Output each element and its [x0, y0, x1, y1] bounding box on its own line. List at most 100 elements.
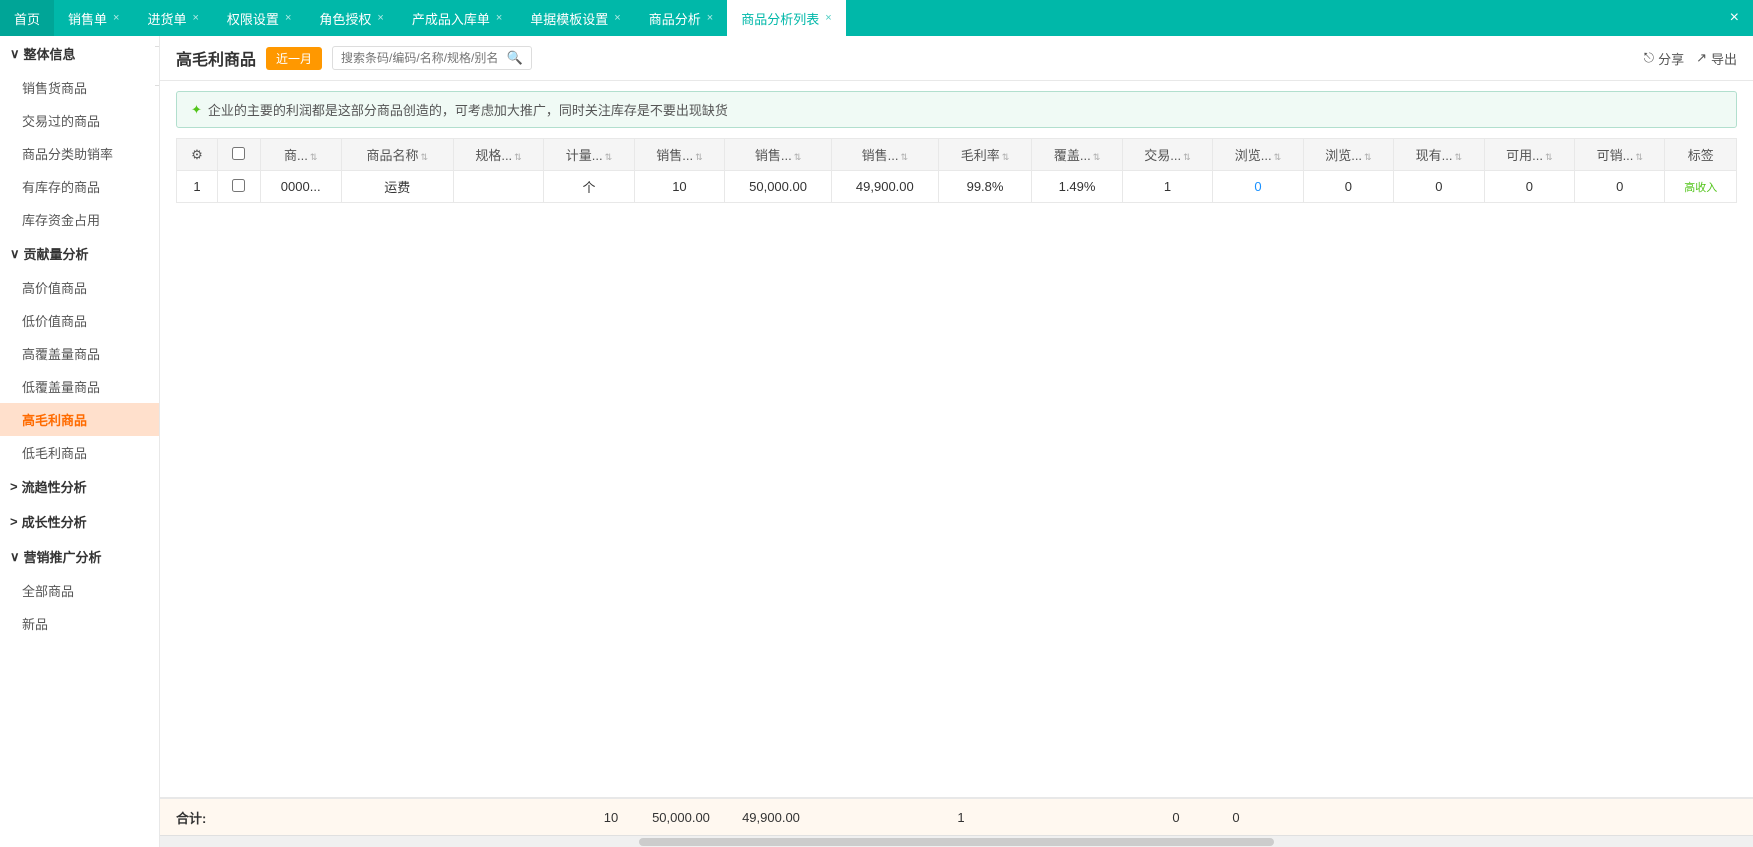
- nav-item-1[interactable]: 销售单×: [54, 0, 133, 36]
- sidebar-group-4[interactable]: ∨营销推广分析: [0, 539, 159, 574]
- search-box: 🔍: [332, 46, 532, 70]
- sidebar-item-0-4[interactable]: 库存资金占用: [0, 203, 159, 236]
- sort-icon-unit: ⇅: [605, 152, 613, 162]
- col-header-trade[interactable]: 交易...⇅: [1122, 139, 1212, 171]
- footer-cell-8: 49,900.00: [726, 810, 816, 825]
- col-header-settings: ⚙: [177, 139, 218, 171]
- footer-cell-11: 1: [936, 810, 986, 825]
- col-header-checkbox: [217, 139, 260, 171]
- footer-cell-2: [296, 810, 356, 825]
- cell-checkbox[interactable]: [217, 171, 260, 203]
- nav-close-7[interactable]: ×: [707, 12, 713, 24]
- group-label-4: 营销推广分析: [24, 547, 102, 566]
- col-header-name[interactable]: 商品名称⇅: [341, 139, 453, 171]
- nav-item-4[interactable]: 角色授权×: [305, 0, 397, 36]
- nav-item-6[interactable]: 单据模板设置×: [516, 0, 634, 36]
- nav-item-7[interactable]: 商品分析×: [635, 0, 727, 36]
- col-header-available[interactable]: 可用...⇅: [1484, 139, 1574, 171]
- sidebar-item-0-3[interactable]: 有库存的商品: [0, 170, 159, 203]
- horizontal-scrollbar[interactable]: [160, 835, 1753, 847]
- scroll-thumb[interactable]: [639, 838, 1275, 846]
- sidebar-item-1-4[interactable]: 高毛利商品: [0, 403, 159, 436]
- sort-icon-trade: ⇅: [1183, 152, 1191, 162]
- nav-item-0[interactable]: 首页: [0, 0, 54, 36]
- col-header-saleable[interactable]: 可销...⇅: [1575, 139, 1665, 171]
- nav-close-3[interactable]: ×: [285, 12, 291, 24]
- col-header-tag: 标签: [1665, 139, 1737, 171]
- cell-browse1[interactable]: 0: [1213, 171, 1303, 203]
- sidebar-item-4-1[interactable]: 新品: [0, 607, 159, 640]
- nav-close-8[interactable]: ×: [825, 12, 831, 24]
- col-header-browse1[interactable]: 浏览...⇅: [1213, 139, 1303, 171]
- row-checkbox[interactable]: [232, 179, 245, 192]
- col-header-code[interactable]: 商...⇅: [260, 139, 341, 171]
- nav-close-6[interactable]: ×: [614, 12, 620, 24]
- nav-item-8[interactable]: 商品分析列表×: [727, 0, 845, 36]
- top-nav: 首页销售单×进货单×权限设置×角色授权×产成品入库单×单据模板设置×商品分析×商…: [0, 0, 1753, 36]
- browse-link[interactable]: 0: [1254, 179, 1261, 194]
- close-window-button[interactable]: ×: [1716, 9, 1753, 27]
- cell-spec: [453, 171, 543, 203]
- nav-close-4[interactable]: ×: [377, 12, 383, 24]
- group-arrow-2: >: [10, 479, 18, 494]
- col-header-sales_amt[interactable]: 销售...⇅: [725, 139, 832, 171]
- group-arrow-4: ∨: [10, 549, 20, 565]
- nav-close-5[interactable]: ×: [496, 12, 502, 24]
- info-icon: ✦: [191, 102, 202, 118]
- sort-icon-current_stock: ⇅: [1455, 152, 1463, 162]
- filter-button[interactable]: 近一月: [266, 47, 322, 70]
- footer-cell-6: 10: [586, 810, 636, 825]
- col-header-sales_qty[interactable]: 销售...⇅: [634, 139, 724, 171]
- col-header-gross_rate[interactable]: 毛利率⇅: [938, 139, 1032, 171]
- col-header-spec[interactable]: 规格...⇅: [453, 139, 543, 171]
- sort-icon-sales_amt: ⇅: [794, 152, 802, 162]
- footer-cell-9: [816, 810, 876, 825]
- nav-close-1[interactable]: ×: [113, 12, 119, 24]
- col-header-current_stock[interactable]: 现有...⇅: [1394, 139, 1484, 171]
- sidebar-item-1-2[interactable]: 高覆盖量商品: [0, 337, 159, 370]
- nav-close-2[interactable]: ×: [192, 12, 198, 24]
- header-actions: ⎋ 分享 ↗ 导出: [1644, 49, 1737, 68]
- sort-icon-browse2: ⇅: [1364, 152, 1372, 162]
- nav-item-5[interactable]: 产成品入库单×: [398, 0, 516, 36]
- cell-gross_rate: 99.8%: [938, 171, 1032, 203]
- content-area: 高毛利商品 近一月 🔍 ⎋ 分享 ↗ 导出 ✦ 企业的主要的利润都是这部分商品创…: [160, 36, 1753, 847]
- export-button[interactable]: ↗ 导出: [1696, 49, 1737, 68]
- sidebar-item-1-5[interactable]: 低毛利商品: [0, 436, 159, 469]
- select-all-checkbox[interactable]: [232, 147, 245, 160]
- group-label-1: 贡献量分析: [24, 244, 89, 263]
- col-header-unit[interactable]: 计量...⇅: [544, 139, 634, 171]
- sidebar-item-1-0[interactable]: 高价值商品: [0, 271, 159, 304]
- footer-cell-1: [266, 810, 296, 825]
- col-header-browse2[interactable]: 浏览...⇅: [1303, 139, 1393, 171]
- sidebar-group-0[interactable]: ∨整体信息: [0, 36, 159, 71]
- sidebar-group-2[interactable]: > 流趋性分析: [0, 469, 159, 504]
- nav-item-2[interactable]: 进货单×: [133, 0, 212, 36]
- sort-icon-sales_qty: ⇅: [695, 152, 703, 162]
- footer-cell-5: [536, 810, 586, 825]
- share-button[interactable]: ⎋ 分享: [1644, 49, 1684, 68]
- cell-no: 1: [177, 171, 218, 203]
- group-label-2: 流趋性分析: [22, 477, 87, 496]
- cell-sales_cost: 49,900.00: [831, 171, 938, 203]
- group-label-0: 整体信息: [24, 44, 76, 63]
- sidebar-item-0-2[interactable]: 商品分类助销率: [0, 137, 159, 170]
- cell-name: 运费: [341, 171, 453, 203]
- col-header-coverage[interactable]: 覆盖...⇅: [1032, 139, 1122, 171]
- cell-browse2: 0: [1303, 171, 1393, 203]
- search-icon[interactable]: 🔍: [507, 50, 523, 66]
- footer-cell-10: [876, 810, 936, 825]
- sidebar-item-0-0[interactable]: 销售货商品: [0, 71, 159, 104]
- sidebar-item-1-1[interactable]: 低价值商品: [0, 304, 159, 337]
- sidebar-group-3[interactable]: >成长性分析: [0, 504, 159, 539]
- sidebar-group-1[interactable]: ∨贡献量分析: [0, 236, 159, 271]
- settings-icon[interactable]: ⚙: [191, 147, 203, 162]
- search-input[interactable]: [341, 51, 507, 65]
- info-banner: ✦ 企业的主要的利润都是这部分商品创造的，可考虑加大推广，同时关注库存是不要出现…: [176, 91, 1737, 128]
- nav-item-3[interactable]: 权限设置×: [213, 0, 305, 36]
- sidebar-item-4-0[interactable]: 全部商品: [0, 574, 159, 607]
- data-table: ⚙商...⇅商品名称⇅规格...⇅计量...⇅销售...⇅销售...⇅销售...…: [176, 138, 1737, 203]
- col-header-sales_cost[interactable]: 销售...⇅: [831, 139, 938, 171]
- sidebar-item-1-3[interactable]: 低覆盖量商品: [0, 370, 159, 403]
- sidebar-item-0-1[interactable]: 交易过的商品: [0, 104, 159, 137]
